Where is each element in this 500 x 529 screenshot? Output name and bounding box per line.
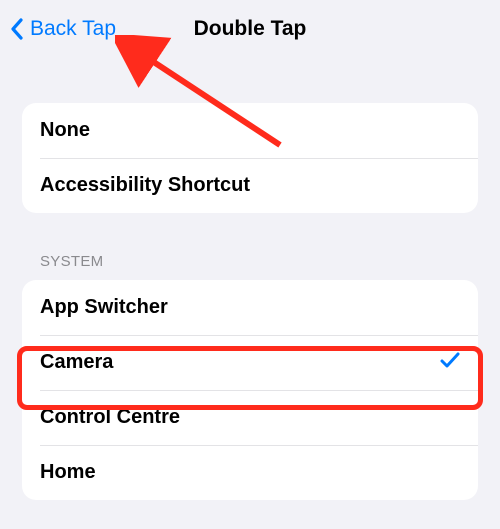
list-item-label: Camera	[40, 351, 113, 374]
content: None Accessibility Shortcut SYSTEM App S…	[0, 103, 500, 500]
list-item-label: Control Centre	[40, 406, 180, 429]
list-item-control-centre[interactable]: Control Centre	[22, 390, 478, 445]
list-general: None Accessibility Shortcut	[22, 103, 478, 213]
page-title: Double Tap	[194, 17, 307, 41]
section-general: None Accessibility Shortcut	[22, 103, 478, 213]
nav-bar: Back Tap Double Tap	[0, 0, 500, 58]
back-label: Back Tap	[30, 17, 116, 41]
list-system: App Switcher Camera Control Centre Home	[22, 280, 478, 500]
list-item-label: None	[40, 119, 90, 142]
section-system: SYSTEM App Switcher Camera Control Centr…	[22, 253, 478, 500]
back-button[interactable]: Back Tap	[8, 16, 116, 42]
list-item-camera[interactable]: Camera	[22, 335, 478, 390]
list-item-label: Accessibility Shortcut	[40, 174, 250, 197]
list-item-label: Home	[40, 461, 96, 484]
list-item-accessibility-shortcut[interactable]: Accessibility Shortcut	[22, 158, 478, 213]
list-item-label: App Switcher	[40, 296, 168, 319]
list-item-home[interactable]: Home	[22, 445, 478, 500]
list-item-app-switcher[interactable]: App Switcher	[22, 280, 478, 335]
list-item-none[interactable]: None	[22, 103, 478, 158]
section-header-system: SYSTEM	[22, 253, 478, 280]
chevron-left-icon	[8, 16, 26, 42]
checkmark-icon	[440, 351, 460, 375]
